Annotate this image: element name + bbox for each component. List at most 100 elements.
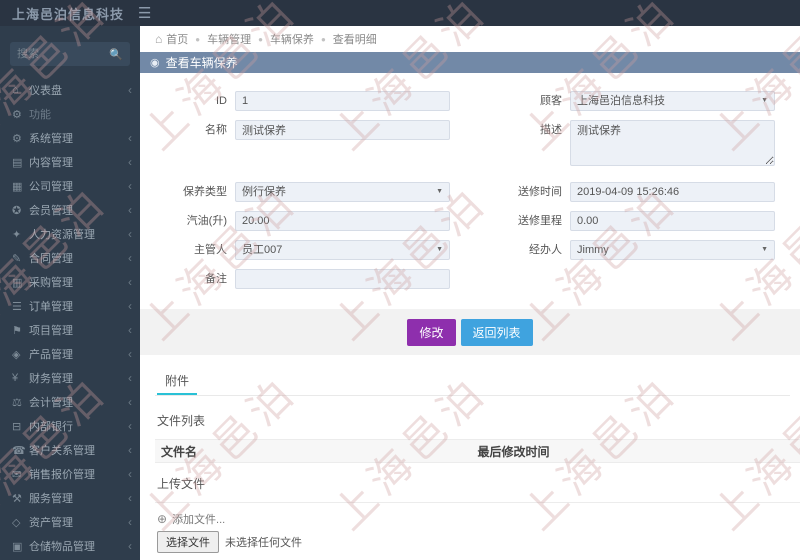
- chevron-left-icon: ‹: [128, 539, 132, 553]
- sidebar-item-label: 订单管理: [29, 301, 73, 313]
- orders-icon: ☰: [12, 300, 22, 313]
- sidebar-item-label: 服务管理: [29, 493, 73, 505]
- main-content: ⌂ 首页 ● 车辆管理 ● 车辆保养 ● 查看明细 ◉ 查看车辆保养 ID 顾客: [140, 26, 800, 560]
- maintain-type-select[interactable]: 例行保养 ▼: [235, 182, 450, 202]
- sidebar-item-system[interactable]: ⚙ 系统管理 ‹: [0, 126, 140, 150]
- sidebar-item-functions[interactable]: ⚙ 功能: [0, 102, 140, 126]
- repair-time-input[interactable]: [570, 182, 775, 202]
- breadcrumb-vehicle-mgmt[interactable]: 车辆管理: [207, 31, 251, 47]
- top-bar: 上海邑泊信息科技 ☰: [0, 0, 800, 26]
- file-list-label: 文件列表: [157, 414, 206, 428]
- sidebar-item-label: 项目管理: [29, 325, 73, 337]
- chevron-left-icon: ‹: [128, 323, 132, 337]
- gasoline-label: 汽油(升): [186, 215, 227, 227]
- dashboard-icon: ⌂: [12, 84, 19, 96]
- sidebar-item-accounting[interactable]: ⚖ 会计管理 ‹: [0, 390, 140, 414]
- search-input[interactable]: [17, 48, 110, 60]
- members-icon: ✪: [12, 204, 22, 217]
- chevron-left-icon: ‹: [128, 227, 132, 241]
- customer-label: 顾客: [540, 95, 562, 107]
- no-file-selected-text: 未选择任何文件: [225, 537, 302, 549]
- chevron-left-icon: ‹: [128, 131, 132, 145]
- chevron-left-icon: ‹: [128, 275, 132, 289]
- plus-circle-icon: ⊕: [157, 512, 168, 526]
- sidebar-item-members[interactable]: ✪ 会员管理 ‹: [0, 198, 140, 222]
- chevron-left-icon: ‹: [128, 395, 132, 409]
- accounting-icon: ⚖: [12, 396, 22, 409]
- sidebar-item-label: 人力资源管理: [29, 229, 95, 241]
- gasoline-input[interactable]: [235, 211, 450, 231]
- modify-button[interactable]: 修改: [407, 318, 456, 346]
- breadcrumb-vehicle-maintain[interactable]: 车辆保养: [270, 31, 314, 47]
- breadcrumb-separator: ●: [320, 34, 326, 44]
- choose-file-button[interactable]: 选择文件: [157, 531, 219, 553]
- handler-label: 经办人: [529, 244, 562, 256]
- sidebar-item-contracts[interactable]: ✎ 合同管理 ‹: [0, 246, 140, 270]
- name-input[interactable]: [235, 120, 450, 140]
- back-to-list-button[interactable]: 返回列表: [460, 318, 533, 346]
- remark-input[interactable]: [235, 269, 450, 289]
- chevron-left-icon: ‹: [128, 179, 132, 193]
- tab-bar: 附件: [155, 367, 790, 396]
- sidebar-item-products[interactable]: ◈ 产品管理 ‹: [0, 342, 140, 366]
- add-file-link[interactable]: ⊕ 添加文件...: [157, 511, 790, 527]
- mileage-input[interactable]: [570, 211, 775, 231]
- tab-attachment[interactable]: 附件: [157, 367, 198, 395]
- sidebar-item-procurement[interactable]: ▥ 采购管理 ‹: [0, 270, 140, 294]
- repair-time-label: 送修时间: [518, 186, 562, 198]
- search-icon[interactable]: 🔍: [109, 48, 123, 61]
- maintain-type-label: 保养类型: [183, 186, 227, 198]
- sidebar-item-warehouse[interactable]: ▣ 仓储物品管理 ‹: [0, 534, 140, 558]
- chevron-down-icon: ▼: [436, 188, 443, 195]
- hamburger-menu-icon[interactable]: ☰: [138, 6, 151, 21]
- handler-select[interactable]: Jimmy ▼: [570, 240, 775, 260]
- info-circle-icon: ◉: [150, 57, 160, 69]
- brand-title: 上海邑泊信息科技: [12, 6, 125, 22]
- sidebar-item-assets[interactable]: ◇ 资产管理 ‹: [0, 510, 140, 534]
- sidebar: 🔍 ⌂ 仪表盘 ‹ ⚙ 功能 ⚙ 系统管理 ‹ ▤ 内容管理 ‹ ▦ 公司管理 ‹ ✪ 会员管理 ‹ ✦ 人力资源管…: [0, 26, 140, 560]
- sidebar-item-crm[interactable]: ☎ 客户关系管理 ‹: [0, 438, 140, 462]
- sidebar-item-company[interactable]: ▦ 公司管理 ‹: [0, 174, 140, 198]
- sidebar-item-hr[interactable]: ✦ 人力资源管理 ‹: [0, 222, 140, 246]
- sidebar-item-label: 仪表盘: [29, 85, 62, 97]
- sidebar-item-service[interactable]: ⚒ 服务管理 ‹: [0, 486, 140, 510]
- add-file-text: 添加文件...: [172, 514, 226, 526]
- sidebar-item-orders[interactable]: ☰ 订单管理 ‹: [0, 294, 140, 318]
- sidebar-item-sales-quote[interactable]: ✉ 销售报价管理 ‹: [0, 462, 140, 486]
- sidebar-item-label: 产品管理: [29, 349, 73, 361]
- sidebar-item-label: 客户关系管理: [29, 445, 95, 457]
- upload-file-label: 上传文件: [157, 477, 206, 491]
- system-icon: ⚙: [12, 132, 22, 145]
- procurement-icon: ▥: [12, 276, 23, 289]
- customer-select[interactable]: 上海邑泊信息科技 ▼: [570, 91, 775, 111]
- chevron-left-icon: ‹: [128, 299, 132, 313]
- detail-form: ID 顾客 上海邑泊信息科技 ▼ 名称 描述: [140, 73, 800, 553]
- chevron-left-icon: ‹: [128, 83, 132, 97]
- breadcrumb-current: 查看明细: [332, 34, 377, 46]
- chevron-left-icon: ‹: [128, 371, 132, 385]
- sidebar-item-dashboard[interactable]: ⌂ 仪表盘 ‹: [0, 78, 140, 102]
- remark-label: 备注: [205, 273, 227, 285]
- description-textarea[interactable]: 测试保养: [570, 120, 775, 166]
- sidebar-item-internal-bank[interactable]: ⊟ 内部银行 ‹: [0, 414, 140, 438]
- divider: [155, 502, 800, 503]
- breadcrumb-home[interactable]: 首页: [166, 31, 188, 47]
- handler-value: Jimmy: [577, 244, 609, 256]
- sidebar-item-content[interactable]: ▤ 内容管理 ‹: [0, 150, 140, 174]
- supervisor-select[interactable]: 员工007 ▼: [235, 240, 450, 260]
- sidebar-item-label: 资产管理: [29, 517, 73, 529]
- id-input[interactable]: [235, 91, 450, 111]
- action-button-band: 修改 返回列表: [140, 309, 800, 355]
- id-label: ID: [216, 95, 227, 107]
- hr-icon: ✦: [12, 228, 22, 241]
- file-table-header: 文件名 最后修改时间: [155, 439, 800, 463]
- chevron-left-icon: ‹: [128, 347, 132, 361]
- chevron-left-icon: ‹: [128, 491, 132, 505]
- sidebar-item-label: 系统管理: [29, 133, 73, 145]
- sidebar-item-projects[interactable]: ⚑ 项目管理 ‹: [0, 318, 140, 342]
- sidebar-item-label: 销售报价管理: [29, 469, 95, 481]
- sidebar-item-label: 功能: [29, 109, 51, 121]
- sidebar-item-finance[interactable]: ¥ 财务管理 ‹: [0, 366, 140, 390]
- finance-icon: ¥: [12, 372, 19, 384]
- chevron-left-icon: ‹: [128, 203, 132, 217]
